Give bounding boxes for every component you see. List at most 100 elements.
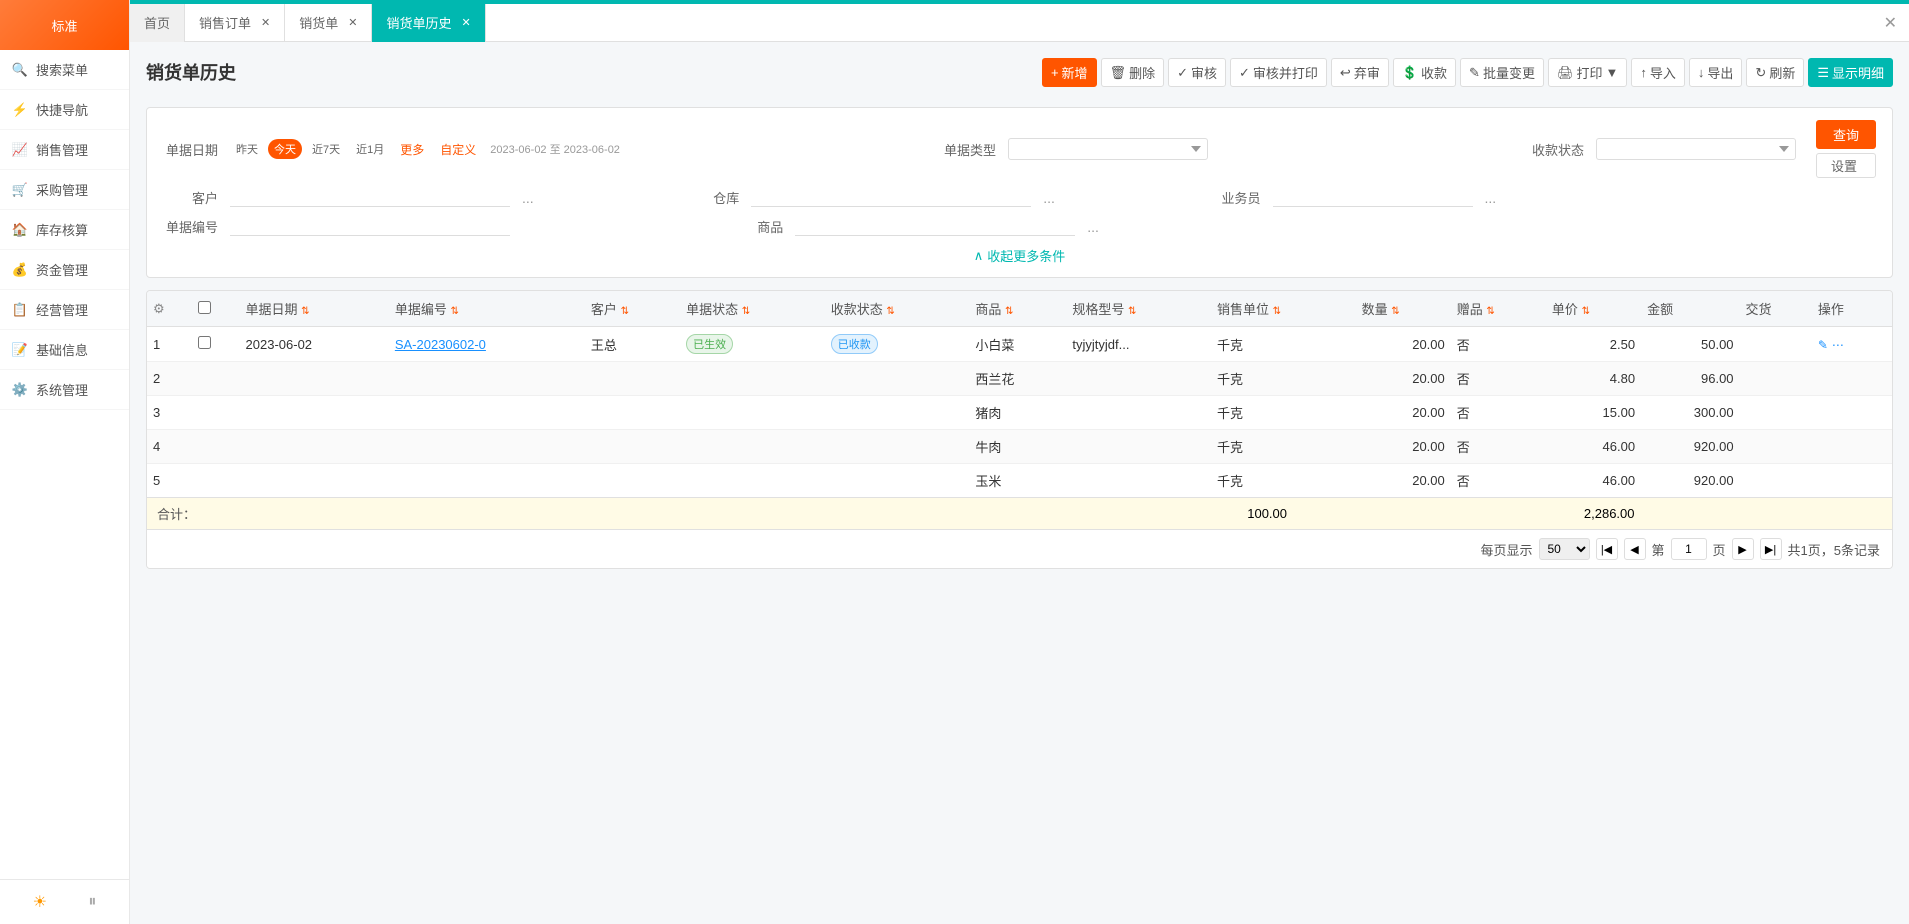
delete-button[interactable]: 🗑 删除 bbox=[1101, 58, 1165, 87]
col-price[interactable]: 单价 ⇅ bbox=[1546, 291, 1641, 327]
tab-sales-order-close[interactable]: ✕ bbox=[261, 16, 270, 29]
tab-sales-goods[interactable]: 销货单 ✕ bbox=[285, 4, 372, 42]
type-select[interactable] bbox=[1008, 138, 1208, 160]
add-button[interactable]: + 新增 bbox=[1042, 58, 1097, 87]
staff-dots[interactable]: ... bbox=[1485, 190, 1497, 206]
cell-price: 15.00 bbox=[1546, 396, 1641, 430]
col-pay-status[interactable]: 收款状态 ⇅ bbox=[825, 291, 970, 327]
cell-unit: 千克 bbox=[1211, 396, 1356, 430]
cell-amount: 920.00 bbox=[1641, 464, 1739, 498]
cell-doc-status bbox=[680, 430, 825, 464]
sidebar-item-finance-mgmt[interactable]: 💰 资金管理 bbox=[0, 250, 129, 290]
cell-price: 2.50 bbox=[1546, 327, 1641, 362]
sidebar-footer: ☀ ⏸ bbox=[0, 879, 129, 924]
col-unit-label: 销售单位 bbox=[1217, 302, 1269, 317]
warehouse-dots[interactable]: ... bbox=[1043, 190, 1055, 206]
sidebar-pause-icon[interactable]: ⏸ bbox=[88, 893, 96, 911]
add-icon: + bbox=[1051, 65, 1059, 80]
print-dropdown-icon: ▼ bbox=[1606, 65, 1619, 80]
cell-goods: 猪肉 bbox=[969, 396, 1066, 430]
pay-status-select[interactable] bbox=[1596, 138, 1796, 160]
col-date-label: 单据日期 bbox=[246, 302, 298, 317]
sidebar-item-label: 库存核算 bbox=[36, 220, 88, 239]
tab-sales-goods-history-close[interactable]: ✕ bbox=[462, 16, 471, 29]
sidebar-item-purchase-mgmt[interactable]: 🛒 采购管理 bbox=[0, 170, 129, 210]
tab-bar-close-all[interactable]: ✕ bbox=[1884, 13, 1897, 33]
date-pill-custom[interactable]: 自定义 bbox=[434, 139, 482, 160]
query-button[interactable]: 查询 bbox=[1816, 120, 1876, 149]
row-checkbox[interactable] bbox=[198, 336, 211, 349]
sidebar-item-sales-mgmt[interactable]: 📈 销售管理 bbox=[0, 130, 129, 170]
date-range-text: 2023-06-02 至 2023-06-02 bbox=[490, 141, 620, 157]
next-page-button[interactable]: ▶ bbox=[1732, 538, 1754, 560]
per-page-select[interactable]: 50 100 200 bbox=[1539, 538, 1590, 560]
cell-num: 2 bbox=[147, 362, 192, 396]
batch-change-button[interactable]: ✎ 批量变更 bbox=[1460, 58, 1544, 87]
tab-sales-goods-history[interactable]: 销货单历史 ✕ bbox=[372, 4, 485, 42]
date-pill-yesterday[interactable]: 昨天 bbox=[230, 139, 264, 159]
row-edit-icon[interactable]: ✎ bbox=[1818, 338, 1828, 352]
sidebar-item-inventory-calc[interactable]: 🏠 库存核算 bbox=[0, 210, 129, 250]
sys-mgmt-icon: ⚙️ bbox=[12, 382, 28, 398]
tab-home[interactable]: 首页 bbox=[130, 4, 185, 42]
collect-button[interactable]: 💲 收款 bbox=[1393, 58, 1456, 87]
export-button[interactable]: ↓ 导出 bbox=[1689, 58, 1743, 87]
col-doc-no[interactable]: 单据编号 ⇅ bbox=[389, 291, 585, 327]
refresh-button[interactable]: ↻ 刷新 bbox=[1746, 58, 1804, 87]
tab-sales-order[interactable]: 销售订单 ✕ bbox=[185, 4, 285, 42]
prev-page-button[interactable]: ◀ bbox=[1624, 538, 1646, 560]
last-page-button[interactable]: ▶| bbox=[1760, 538, 1782, 560]
sidebar-item-ops-mgmt[interactable]: 📋 经营管理 bbox=[0, 290, 129, 330]
row-more-icon[interactable]: ⋯ bbox=[1832, 338, 1844, 352]
date-pill-1month[interactable]: 近1月 bbox=[350, 139, 390, 159]
import-button[interactable]: ↑ 导入 bbox=[1631, 58, 1685, 87]
col-qty[interactable]: 数量 ⇅ bbox=[1356, 291, 1451, 327]
date-pill-today[interactable]: 今天 bbox=[268, 139, 302, 159]
col-unit[interactable]: 销售单位 ⇅ bbox=[1211, 291, 1356, 327]
date-pill-7days[interactable]: 近7天 bbox=[306, 139, 346, 159]
print-button[interactable]: 🖨 打印 ▼ bbox=[1548, 58, 1627, 87]
review-print-button[interactable]: ✓ 审核并打印 bbox=[1230, 58, 1327, 87]
main-area: 首页 销售订单 ✕ 销货单 ✕ 销货单历史 ✕ ✕ 销货单历史 + 新增 bbox=[130, 0, 1909, 924]
col-gift[interactable]: 赠品 ⇅ bbox=[1451, 291, 1546, 327]
goods-input[interactable] bbox=[795, 217, 1075, 236]
date-pill-more[interactable]: 更多 bbox=[394, 139, 430, 160]
select-all-checkbox[interactable] bbox=[198, 301, 211, 314]
sidebar-item-search-menu[interactable]: 🔍 搜索菜单 bbox=[0, 50, 129, 90]
customer-dots[interactable]: ... bbox=[522, 190, 534, 206]
collapse-button[interactable]: ∧ 收起更多条件 bbox=[163, 246, 1876, 265]
sidebar-item-quick-nav[interactable]: ⚡ 快捷导航 bbox=[0, 90, 129, 130]
show-detail-button[interactable]: ☰ 显示明细 bbox=[1808, 58, 1893, 87]
warehouse-input[interactable] bbox=[751, 188, 1031, 207]
cell-unit: 千克 bbox=[1211, 362, 1356, 396]
first-page-button[interactable]: |◀ bbox=[1596, 538, 1618, 560]
doc-no-link[interactable]: SA-20230602-0 bbox=[395, 337, 486, 352]
col-doc-status[interactable]: 单据状态 ⇅ bbox=[680, 291, 825, 327]
col-spec[interactable]: 规格型号 ⇅ bbox=[1066, 291, 1211, 327]
sidebar-item-basic-info[interactable]: 📝 基础信息 bbox=[0, 330, 129, 370]
customer-label: 客户 bbox=[163, 188, 218, 207]
col-date[interactable]: 单据日期 ⇅ bbox=[240, 291, 389, 327]
setting-button[interactable]: 设置 bbox=[1816, 153, 1876, 178]
doc-num-input[interactable] bbox=[230, 217, 510, 236]
cell-gift: 否 bbox=[1451, 464, 1546, 498]
sidebar-item-sys-mgmt[interactable]: ⚙️ 系统管理 bbox=[0, 370, 129, 410]
col-goods[interactable]: 商品 ⇅ bbox=[969, 291, 1066, 327]
sidebar-sun-icon[interactable]: ☀ bbox=[33, 892, 47, 912]
print-icon: 🖨 bbox=[1557, 65, 1574, 81]
tab-sales-goods-close[interactable]: ✕ bbox=[348, 16, 357, 29]
col-customer[interactable]: 客户 ⇅ bbox=[585, 291, 680, 327]
type-label: 单据类型 bbox=[941, 140, 996, 159]
staff-input[interactable] bbox=[1273, 188, 1473, 207]
page-number-input[interactable] bbox=[1671, 538, 1707, 560]
col-gear[interactable]: ⚙ bbox=[147, 291, 192, 327]
review-button[interactable]: ✓ 审核 bbox=[1168, 58, 1226, 87]
goods-dots[interactable]: ... bbox=[1087, 219, 1099, 235]
cell-qty: 20.00 bbox=[1356, 362, 1451, 396]
doc-status-badge: 已生效 bbox=[686, 334, 733, 354]
col-gear-icon[interactable]: ⚙ bbox=[153, 301, 165, 316]
cell-gift: 否 bbox=[1451, 430, 1546, 464]
abandon-button[interactable]: ↩ 弃审 bbox=[1331, 58, 1389, 87]
col-unit-sort: ⇅ bbox=[1273, 306, 1281, 317]
customer-input[interactable] bbox=[230, 188, 510, 207]
